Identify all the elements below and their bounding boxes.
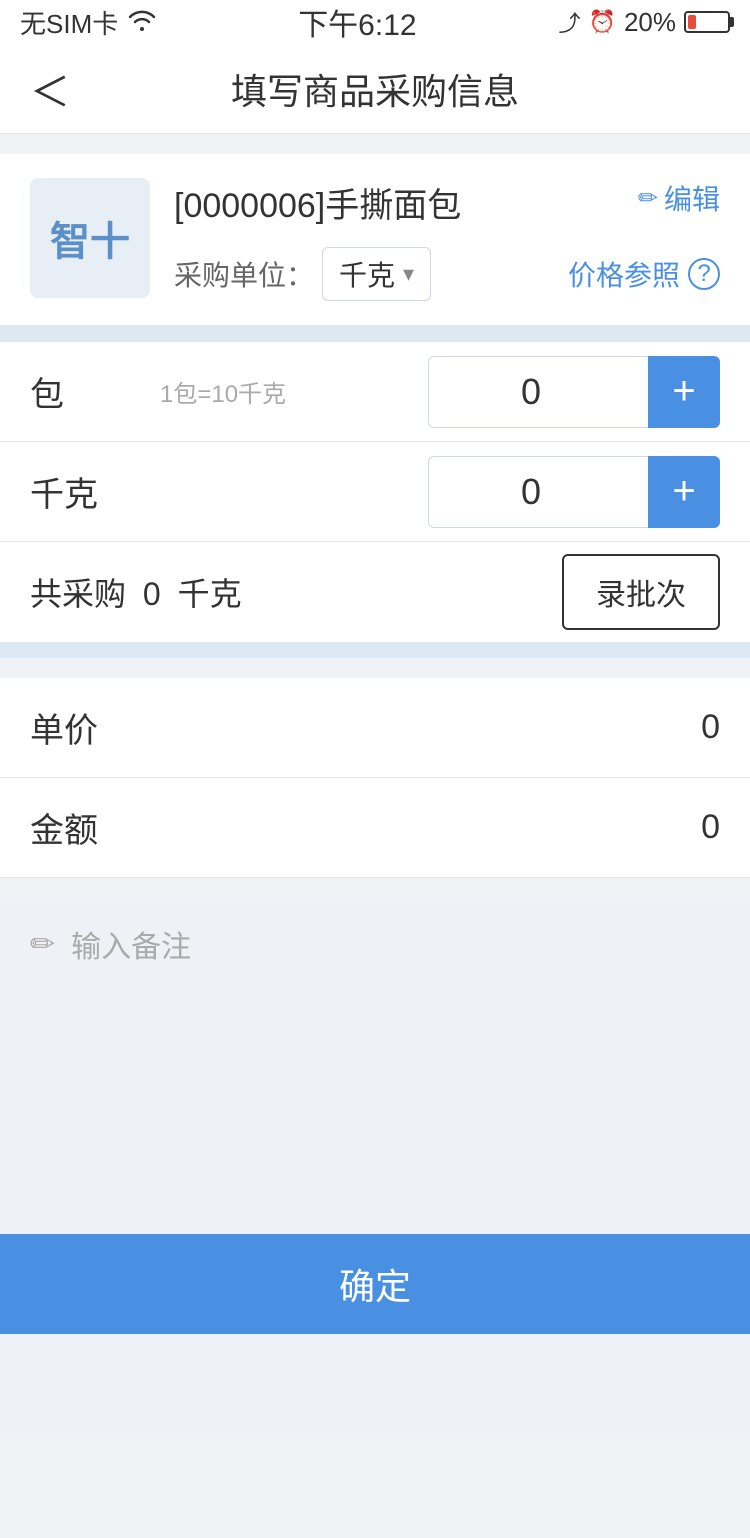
unit-price-row: 单价 0 [0,678,750,778]
remark-placeholder: 输入备注 [71,922,191,966]
package-sublabel: 1包=10千克 [160,374,428,409]
battery-text: 20% [624,7,676,38]
amount-row: 金额 0 [0,778,750,878]
edit-button[interactable]: ✏ 编辑 [638,178,720,218]
price-ref-button[interactable]: 价格参照 ? [568,254,720,294]
page-title: 填写商品采购信息 [231,63,519,115]
total-row: 共采购 0 千克 录批次 [0,542,750,642]
package-qty-input[interactable] [428,356,648,428]
confirm-button[interactable]: 确定 [339,1258,411,1310]
remark-inner: ✏ 输入备注 [30,922,720,966]
kilogram-label: 千克 [30,467,150,516]
status-time: 下午6:12 [298,0,416,44]
nav-bar: ＜ 填写商品采购信息 [0,44,750,134]
help-icon: ? [688,258,720,290]
alarm-icon: ⏰ [589,9,616,35]
product-card: 智十 [0000006]手撕面包 ✏ 编辑 采购单位： 千克 ▾ 价格参照 ? [0,154,750,326]
kilogram-qty-input[interactable] [428,456,648,528]
bottom-spacer [0,1438,750,1538]
pencil-icon: ✏ [30,927,55,962]
status-bar: 无SIM卡 下午6:12 ⤴ ⏰ 20% [0,0,750,44]
purchase-unit-row: 采购单位： 千克 ▾ 价格参照 ? [174,247,720,301]
info-section: 单价 0 金额 0 [0,678,750,878]
amount-value: 0 [701,808,720,847]
unit-arrow-icon: ▾ [403,261,414,287]
input-section: 包 1包=10千克 + 千克 + 共采购 0 千克 录批次 [0,342,750,642]
location-icon: ⤴ [559,6,581,38]
amount-label: 金额 [30,803,98,852]
package-label: 包 [30,367,150,416]
product-logo: 智十 [50,209,130,267]
kilogram-plus-button[interactable]: + [648,456,720,528]
back-button[interactable]: ＜ [30,60,70,118]
package-input-control: + [428,356,720,428]
product-info: [0000006]手撕面包 ✏ 编辑 采购单位： 千克 ▾ 价格参照 ? [174,178,720,301]
status-right: ⤴ ⏰ 20% [559,6,730,38]
product-name-row: [0000006]手撕面包 ✏ 编辑 [174,178,720,227]
battery-indicator [684,11,730,33]
unit-price-value: 0 [701,708,720,747]
wifi-icon [128,7,156,38]
remark-section[interactable]: ✏ 输入备注 [0,898,750,1058]
status-left: 无SIM卡 [20,4,156,41]
kilogram-row: 千克 + [0,442,750,542]
separator-1 [0,326,750,342]
product-name: [0000006]手撕面包 [174,178,628,227]
unit-select[interactable]: 千克 ▾ [322,247,431,301]
total-amount: 0 [143,576,161,612]
package-plus-button[interactable]: + [648,356,720,428]
carrier-text: 无SIM卡 [20,4,118,41]
kilogram-input-control: + [428,456,720,528]
edit-icon: ✏ [638,184,658,213]
confirm-bar[interactable]: 确定 [0,1234,750,1334]
total-label: 共采购 0 千克 [30,569,242,615]
record-batch-button[interactable]: 录批次 [562,554,720,630]
separator-2 [0,642,750,658]
product-image: 智十 [30,178,150,298]
unit-price-label: 单价 [30,703,98,752]
package-row: 包 1包=10千克 + [0,342,750,442]
purchase-unit-label: 采购单位： [174,254,314,294]
